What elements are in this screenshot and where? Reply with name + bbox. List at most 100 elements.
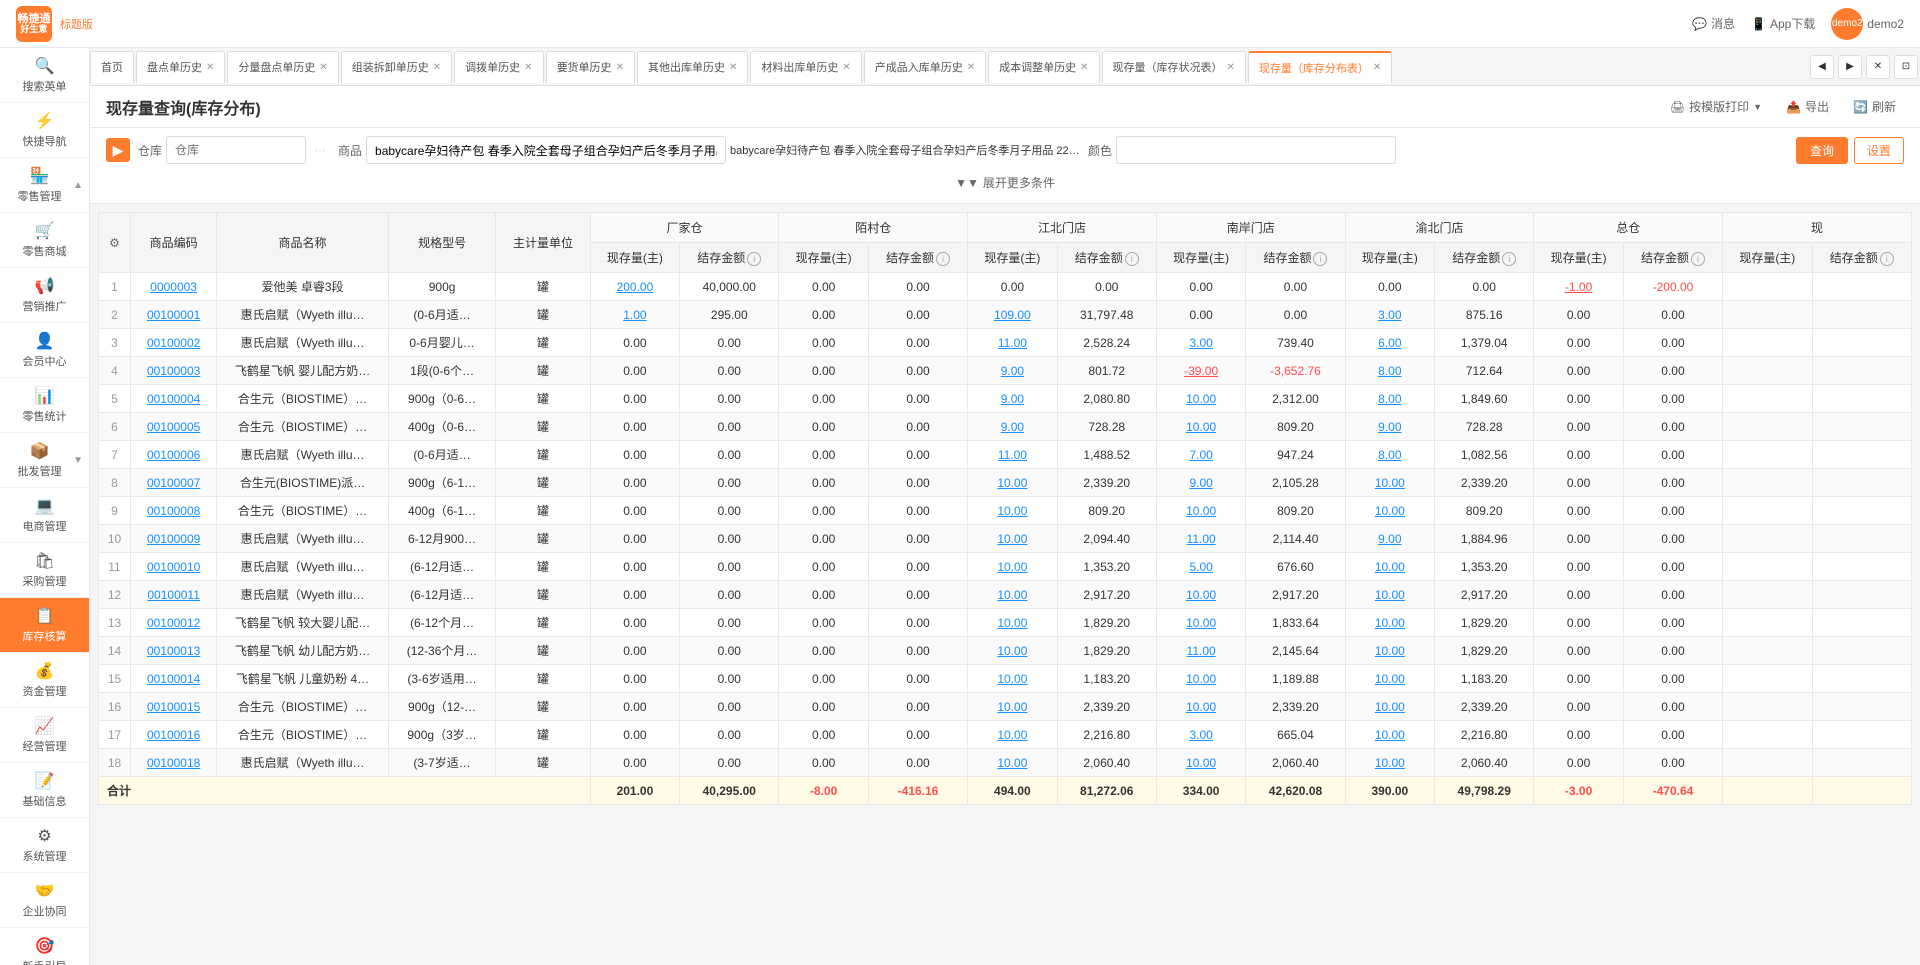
td-mucun-qty[interactable]: 0.00 [779, 385, 868, 413]
td-jiangbei-qty[interactable]: 10.00 [968, 469, 1057, 497]
td-yubei-qty[interactable]: 9.00 [1345, 525, 1434, 553]
td-zongcang-qty[interactable]: 0.00 [1534, 469, 1623, 497]
sidebar-item-inventory[interactable]: 📋 库存核算 [0, 598, 89, 653]
td-zongcang-qty[interactable]: 0.00 [1534, 609, 1623, 637]
table-area[interactable]: ⚙ 商品编码 商品名称 规格型号 主计量单位 厂家仓 陌村仓 江北门店 南岸门店… [90, 204, 1920, 965]
td-zongcang-qty[interactable]: 0.00 [1534, 441, 1623, 469]
tab-stock-dist[interactable]: 现存量（库存分布表） ✕ [1248, 51, 1392, 83]
td-mucun-qty[interactable]: 0.00 [779, 581, 868, 609]
sidebar-item-member[interactable]: 👤 会员中心 [0, 323, 89, 378]
sidebar-item-basics[interactable]: 📝 基础信息 [0, 763, 89, 818]
td-changjiacao-qty[interactable]: 0.00 [590, 329, 679, 357]
tab-close-icon[interactable]: ✕ [1227, 62, 1235, 73]
td-mucun-qty[interactable]: 0.00 [779, 329, 868, 357]
td-zongcang-qty[interactable]: 0.00 [1534, 721, 1623, 749]
sidebar-item-system[interactable]: ⚙ 系统管理 [0, 818, 89, 873]
td-nanan-qty[interactable]: 10.00 [1156, 413, 1245, 441]
td-zongcang-qty[interactable]: 0.00 [1534, 357, 1623, 385]
td-nanan-qty[interactable]: 10.00 [1156, 497, 1245, 525]
sidebar-item-enterprise[interactable]: 🤝 企业协同 [0, 873, 89, 928]
td-zongcang-qty[interactable]: -1.00 [1534, 273, 1623, 301]
td-mucun-qty[interactable]: 0.00 [779, 749, 868, 777]
td-jiangbei-qty[interactable]: 10.00 [968, 609, 1057, 637]
td-mucun-qty[interactable]: 0.00 [779, 665, 868, 693]
th-settings[interactable]: ⚙ [99, 213, 131, 273]
td-yubei-qty[interactable]: 8.00 [1345, 385, 1434, 413]
td-nanan-qty[interactable]: 10.00 [1156, 581, 1245, 609]
td-changjiacao-qty[interactable]: 0.00 [590, 609, 679, 637]
td-changjiacao-qty[interactable]: 0.00 [590, 637, 679, 665]
expand-more-button[interactable]: ▼▼ 展开更多条件 [106, 170, 1904, 195]
td-jiangbei-qty[interactable]: 11.00 [968, 329, 1057, 357]
tab-transfer[interactable]: 调拨单历史 ✕ [454, 51, 543, 83]
tab-inventory-single[interactable]: 盘点单历史 ✕ [136, 51, 225, 83]
sidebar-item-wholesale[interactable]: 📦 批发管理 ▼ [0, 433, 89, 488]
td-yubei-qty[interactable]: 3.00 [1345, 301, 1434, 329]
td-yubei-qty[interactable]: 10.00 [1345, 749, 1434, 777]
tab-close-icon[interactable]: ✕ [206, 62, 214, 73]
td-changjiacao-qty[interactable]: 0.00 [590, 469, 679, 497]
td-changjiacao-qty[interactable]: 0.00 [590, 441, 679, 469]
sidebar-item-ecommerce[interactable]: 💻 电商管理 [0, 488, 89, 543]
td-nanan-qty[interactable]: 7.00 [1156, 441, 1245, 469]
td-mucun-qty[interactable]: 0.00 [779, 637, 868, 665]
td-yubei-qty[interactable]: 8.00 [1345, 357, 1434, 385]
setting-button[interactable]: 设置 [1854, 137, 1904, 164]
tab-requisition[interactable]: 要货单历史 ✕ [546, 51, 635, 83]
td-jiangbei-qty[interactable]: 0.00 [968, 273, 1057, 301]
td-jiangbei-qty[interactable]: 11.00 [968, 441, 1057, 469]
td-nanan-qty[interactable]: 11.00 [1156, 637, 1245, 665]
td-nanan-qty[interactable]: 11.00 [1156, 525, 1245, 553]
tab-material-out[interactable]: 材料出库单历史 ✕ [750, 51, 861, 83]
td-yubei-qty[interactable]: 10.00 [1345, 497, 1434, 525]
td-changjiacao-qty[interactable]: 0.00 [590, 497, 679, 525]
td-mucun-qty[interactable]: 0.00 [779, 301, 868, 329]
td-yubei-qty[interactable]: 10.00 [1345, 721, 1434, 749]
td-mucun-qty[interactable]: 0.00 [779, 693, 868, 721]
td-mucun-qty[interactable]: 0.00 [779, 469, 868, 497]
sidebar-item-guide[interactable]: 🎯 新手引导 [0, 928, 89, 965]
td-jiangbei-qty[interactable]: 9.00 [968, 357, 1057, 385]
tab-home[interactable]: 首页 [90, 51, 134, 83]
warehouse-more-icon[interactable]: ··· [310, 143, 330, 157]
td-nanan-qty[interactable]: 10.00 [1156, 693, 1245, 721]
td-zongcang-qty[interactable]: 0.00 [1534, 301, 1623, 329]
td-yubei-qty[interactable]: 10.00 [1345, 693, 1434, 721]
td-yubei-qty[interactable]: 10.00 [1345, 665, 1434, 693]
tab-expand-button[interactable]: ⊡ [1894, 55, 1918, 79]
td-jiangbei-qty[interactable]: 10.00 [968, 525, 1057, 553]
td-jiangbei-qty[interactable]: 10.00 [968, 553, 1057, 581]
td-jiangbei-qty[interactable]: 10.00 [968, 497, 1057, 525]
goods-input[interactable] [366, 136, 726, 164]
td-zongcang-qty[interactable]: 0.00 [1534, 553, 1623, 581]
td-changjiacao-qty[interactable]: 0.00 [590, 581, 679, 609]
td-zongcang-qty[interactable]: 0.00 [1534, 637, 1623, 665]
td-jiangbei-qty[interactable]: 10.00 [968, 665, 1057, 693]
color-input[interactable] [1116, 136, 1396, 164]
sidebar-item-quick-nav[interactable]: ⚡ 快捷导航 [0, 103, 89, 158]
td-changjiacao-qty[interactable]: 0.00 [590, 665, 679, 693]
td-mucun-qty[interactable]: 0.00 [779, 441, 868, 469]
td-changjiacao-qty[interactable]: 0.00 [590, 721, 679, 749]
sidebar-item-operations[interactable]: 📈 经营管理 [0, 708, 89, 763]
query-button[interactable]: 查询 [1796, 137, 1848, 164]
td-changjiacao-qty[interactable]: 1.00 [590, 301, 679, 329]
tab-finished-in[interactable]: 产成品入库单历史 ✕ [864, 51, 986, 83]
td-jiangbei-qty[interactable]: 9.00 [968, 413, 1057, 441]
td-mucun-qty[interactable]: 0.00 [779, 609, 868, 637]
td-mucun-qty[interactable]: 0.00 [779, 413, 868, 441]
td-nanan-qty[interactable]: 0.00 [1156, 273, 1245, 301]
td-zongcang-qty[interactable]: 0.00 [1534, 413, 1623, 441]
print-button[interactable]: 🖨 按模版打印 ▼ [1662, 94, 1770, 119]
td-yubei-qty[interactable]: 10.00 [1345, 553, 1434, 581]
td-jiangbei-qty[interactable]: 9.00 [968, 385, 1057, 413]
message-button[interactable]: 💬 消息 [1692, 15, 1735, 32]
td-zongcang-qty[interactable]: 0.00 [1534, 665, 1623, 693]
sidebar-item-search[interactable]: 🔍 搜索英单 [0, 48, 89, 103]
refresh-button[interactable]: 🔄 刷新 [1845, 94, 1904, 119]
tab-close-icon[interactable]: ✕ [1080, 62, 1088, 73]
td-yubei-qty[interactable]: 6.00 [1345, 329, 1434, 357]
sidebar-item-marketing[interactable]: 📢 营销推广 [0, 268, 89, 323]
td-zongcang-qty[interactable]: 0.00 [1534, 693, 1623, 721]
tab-close-icon[interactable]: ✕ [842, 62, 850, 73]
